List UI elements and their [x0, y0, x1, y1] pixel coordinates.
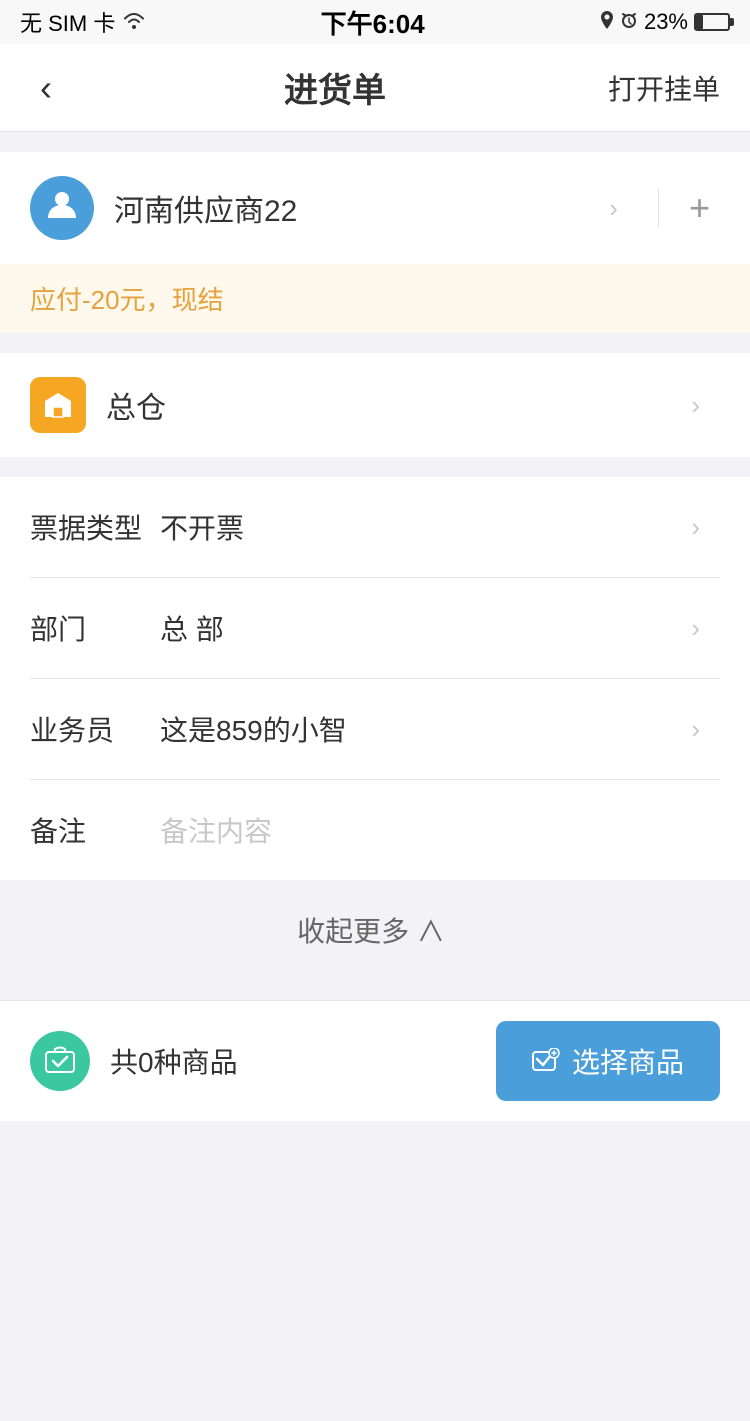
collapse-label: 收起更多 ∧	[297, 910, 445, 950]
invoice-label: 票据类型	[30, 507, 160, 547]
warehouse-section: 总仓 ›	[0, 353, 750, 457]
carrier-label: 无 SIM 卡	[20, 6, 115, 38]
sales-chevron-icon: ›	[691, 714, 700, 745]
battery-icon	[694, 13, 730, 31]
section-gap-3	[0, 457, 750, 477]
notice-bar: 应付-20元，现结	[0, 264, 750, 333]
supplier-avatar	[30, 176, 94, 240]
supplier-row[interactable]: 河南供应商22 › +	[0, 152, 750, 264]
bottom-bar: 共0种商品 选择商品	[0, 1000, 750, 1121]
collapse-row[interactable]: 收起更多 ∧	[0, 880, 750, 980]
alarm-icon	[620, 9, 638, 35]
warehouse-row[interactable]: 总仓 ›	[0, 353, 750, 457]
sales-value: 这是859的小智	[160, 709, 691, 749]
supplier-divider	[658, 188, 659, 228]
dept-chevron-icon: ›	[691, 613, 700, 644]
form-section: 票据类型 不开票 › 部门 总 部 › 业务员 这是859的小智 › 备注 备注…	[0, 477, 750, 880]
section-gap-1	[0, 132, 750, 152]
product-count: 共0种商品	[110, 1041, 496, 1081]
invoice-row[interactable]: 票据类型 不开票 ›	[0, 477, 750, 577]
select-product-button[interactable]: 选择商品	[496, 1021, 720, 1101]
supplier-section: 河南供应商22 › + 应付-20元，现结	[0, 152, 750, 333]
section-gap-2	[0, 333, 750, 353]
status-left: 无 SIM 卡	[20, 6, 145, 38]
dept-value: 总 部	[160, 608, 691, 648]
dept-label: 部门	[30, 608, 160, 648]
wifi-icon	[123, 9, 145, 35]
sales-label: 业务员	[30, 709, 160, 749]
section-gap-4	[0, 980, 750, 1000]
warehouse-chevron-icon: ›	[691, 390, 700, 421]
warehouse-icon	[30, 377, 86, 433]
warehouse-name: 总仓	[106, 383, 691, 427]
battery-text: 23%	[644, 9, 688, 35]
remark-label: 备注	[30, 810, 160, 850]
back-button[interactable]: ‹	[30, 57, 62, 119]
sales-row[interactable]: 业务员 这是859的小智 ›	[0, 679, 750, 779]
invoice-chevron-icon: ›	[691, 512, 700, 543]
open-pending-button[interactable]: 打开挂单	[608, 68, 720, 108]
status-right: 23%	[600, 9, 730, 35]
remark-row[interactable]: 备注 备注内容	[0, 780, 750, 880]
invoice-value: 不开票	[160, 507, 691, 547]
product-icon-wrap	[30, 1031, 90, 1091]
nav-bar: ‹ 进货单 打开挂单	[0, 44, 750, 132]
supplier-name: 河南供应商22	[114, 186, 609, 230]
dept-row[interactable]: 部门 总 部 ›	[0, 578, 750, 678]
status-time: 下午6:04	[321, 4, 425, 41]
main-background	[0, 1121, 750, 1421]
person-icon	[44, 186, 80, 230]
add-button[interactable]: +	[679, 177, 720, 239]
remark-input[interactable]: 备注内容	[160, 810, 720, 850]
status-bar: 无 SIM 卡 下午6:04 23%	[0, 0, 750, 44]
location-icon	[600, 9, 614, 35]
chevron-right-icon: ›	[609, 193, 618, 224]
notice-text: 应付-20元，现结	[30, 285, 224, 315]
select-product-label: 选择商品	[572, 1041, 684, 1081]
page-title: 进货单	[284, 63, 386, 112]
